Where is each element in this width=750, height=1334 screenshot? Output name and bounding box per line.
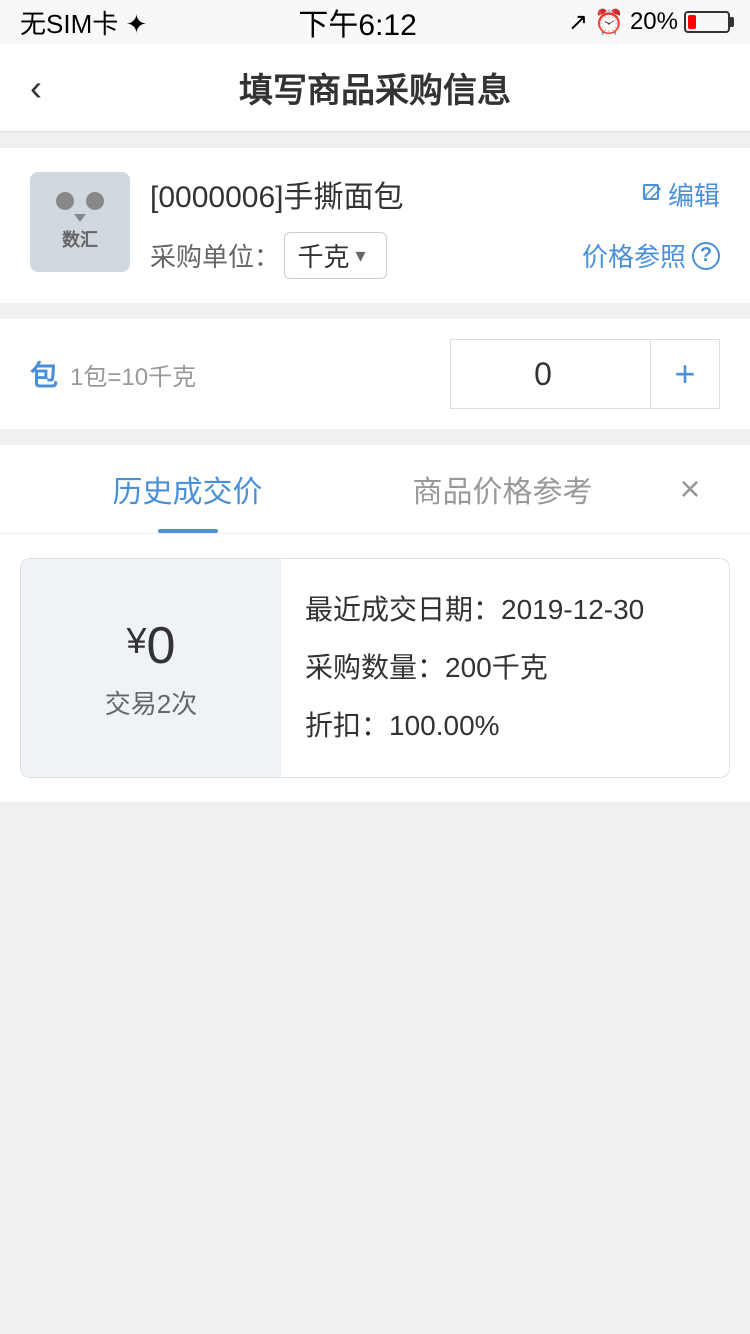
quantity-left: 包 1包=10千克 [30, 354, 196, 394]
product-top-row: [0000006]手撕面包 编辑 [150, 172, 720, 216]
gps-icon: ↗ [568, 8, 588, 37]
price-ref-label: 价格参照 [582, 237, 686, 274]
detail-date: 最近成交日期：2019-12-30 [305, 589, 705, 631]
quantity-input-group: + [450, 339, 720, 409]
product-name: [0000006]手撕面包 [150, 172, 403, 216]
owl-icon [56, 192, 104, 210]
quantity-unit: 包 [30, 354, 58, 394]
detail-quantity: 采购数量：200千克 [305, 647, 705, 689]
product-unit-row: 采购单位： 千克 ▾ 价格参照 ? [150, 232, 720, 279]
history-details: 最近成交日期：2019-12-30 采购数量：200千克 折扣：100.00% [281, 559, 729, 777]
unit-select[interactable]: 千克 ▾ [284, 232, 386, 279]
unit-value: 千克 [297, 237, 349, 274]
owl-label: 数汇 [62, 226, 98, 252]
price-ref-button[interactable]: 价格参照 ? [582, 237, 720, 274]
back-button[interactable]: ‹ [20, 57, 52, 119]
tab-product-price-label: 商品价格参考 [413, 467, 593, 511]
history-card: ¥0 交易2次 最近成交日期：2019-12-30 采购数量：200千克 折扣：… [20, 558, 730, 778]
price-value: 0 [147, 617, 176, 675]
status-left: 无SIM卡 ✦ [20, 4, 147, 41]
page-background [0, 802, 750, 1302]
quantity-value: 200千克 [445, 652, 548, 683]
history-content: ¥0 交易2次 最近成交日期：2019-12-30 采购数量：200千克 折扣：… [0, 534, 750, 802]
owl-beak [74, 214, 86, 222]
edit-label: 编辑 [668, 176, 720, 213]
tab-history-label: 历史成交价 [113, 467, 263, 511]
quantity-label: 采购数量： [305, 652, 445, 683]
alarm-icon: ⏰ [594, 8, 624, 37]
discount-label: 折扣： [305, 710, 389, 741]
edit-icon [642, 183, 664, 205]
nav-bar: ‹ 填写商品采购信息 [0, 44, 750, 132]
status-time: 下午6:12 [298, 0, 416, 44]
battery-icon [684, 11, 730, 33]
tabs-section: 历史成交价 商品价格参考 × ¥0 交易2次 最近成交日期：2019-12-30… [0, 445, 750, 802]
history-price-display: ¥0 [127, 616, 176, 676]
quantity-section: 包 1包=10千克 + [0, 319, 750, 429]
carrier-text: 无SIM卡 ✦ [20, 4, 147, 41]
history-trades: 交易2次 [105, 684, 197, 721]
product-header: 数汇 [0000006]手撕面包 编辑 采购单位： 千克 [30, 172, 720, 279]
product-card: 数汇 [0000006]手撕面包 编辑 采购单位： 千克 [0, 148, 750, 303]
quantity-input[interactable] [450, 339, 650, 409]
discount-value: 100.00% [389, 710, 500, 741]
chevron-down-icon: ▾ [355, 243, 365, 268]
detail-discount: 折扣：100.00% [305, 705, 705, 747]
battery-percent: 20% [630, 8, 678, 36]
unit-label: 采购单位： [150, 242, 280, 272]
history-price-section: ¥0 交易2次 [21, 559, 281, 777]
help-icon: ? [692, 242, 720, 270]
tabs-header: 历史成交价 商品价格参考 × [0, 445, 750, 534]
quantity-conversion: 1包=10千克 [70, 357, 196, 392]
page-title: 填写商品采购信息 [239, 63, 511, 112]
currency-symbol: ¥ [127, 620, 147, 661]
product-thumbnail: 数汇 [30, 172, 130, 272]
product-info: [0000006]手撕面包 编辑 采购单位： 千克 ▾ [150, 172, 720, 279]
tab-active-indicator [158, 529, 218, 533]
battery-fill [688, 15, 696, 29]
quantity-plus-button[interactable]: + [650, 339, 720, 409]
tab-history-price[interactable]: 历史成交价 [30, 445, 345, 533]
tab-close-button[interactable]: × [660, 459, 720, 519]
unit-section: 采购单位： 千克 ▾ [150, 232, 387, 279]
tab-product-price-ref[interactable]: 商品价格参考 [345, 445, 660, 533]
status-right: ↗ ⏰ 20% [568, 8, 730, 37]
date-label: 最近成交日期： [305, 594, 501, 625]
edit-button[interactable]: 编辑 [642, 176, 720, 213]
status-bar: 无SIM卡 ✦ 下午6:12 ↗ ⏰ 20% [0, 0, 750, 44]
date-value: 2019-12-30 [501, 594, 644, 625]
